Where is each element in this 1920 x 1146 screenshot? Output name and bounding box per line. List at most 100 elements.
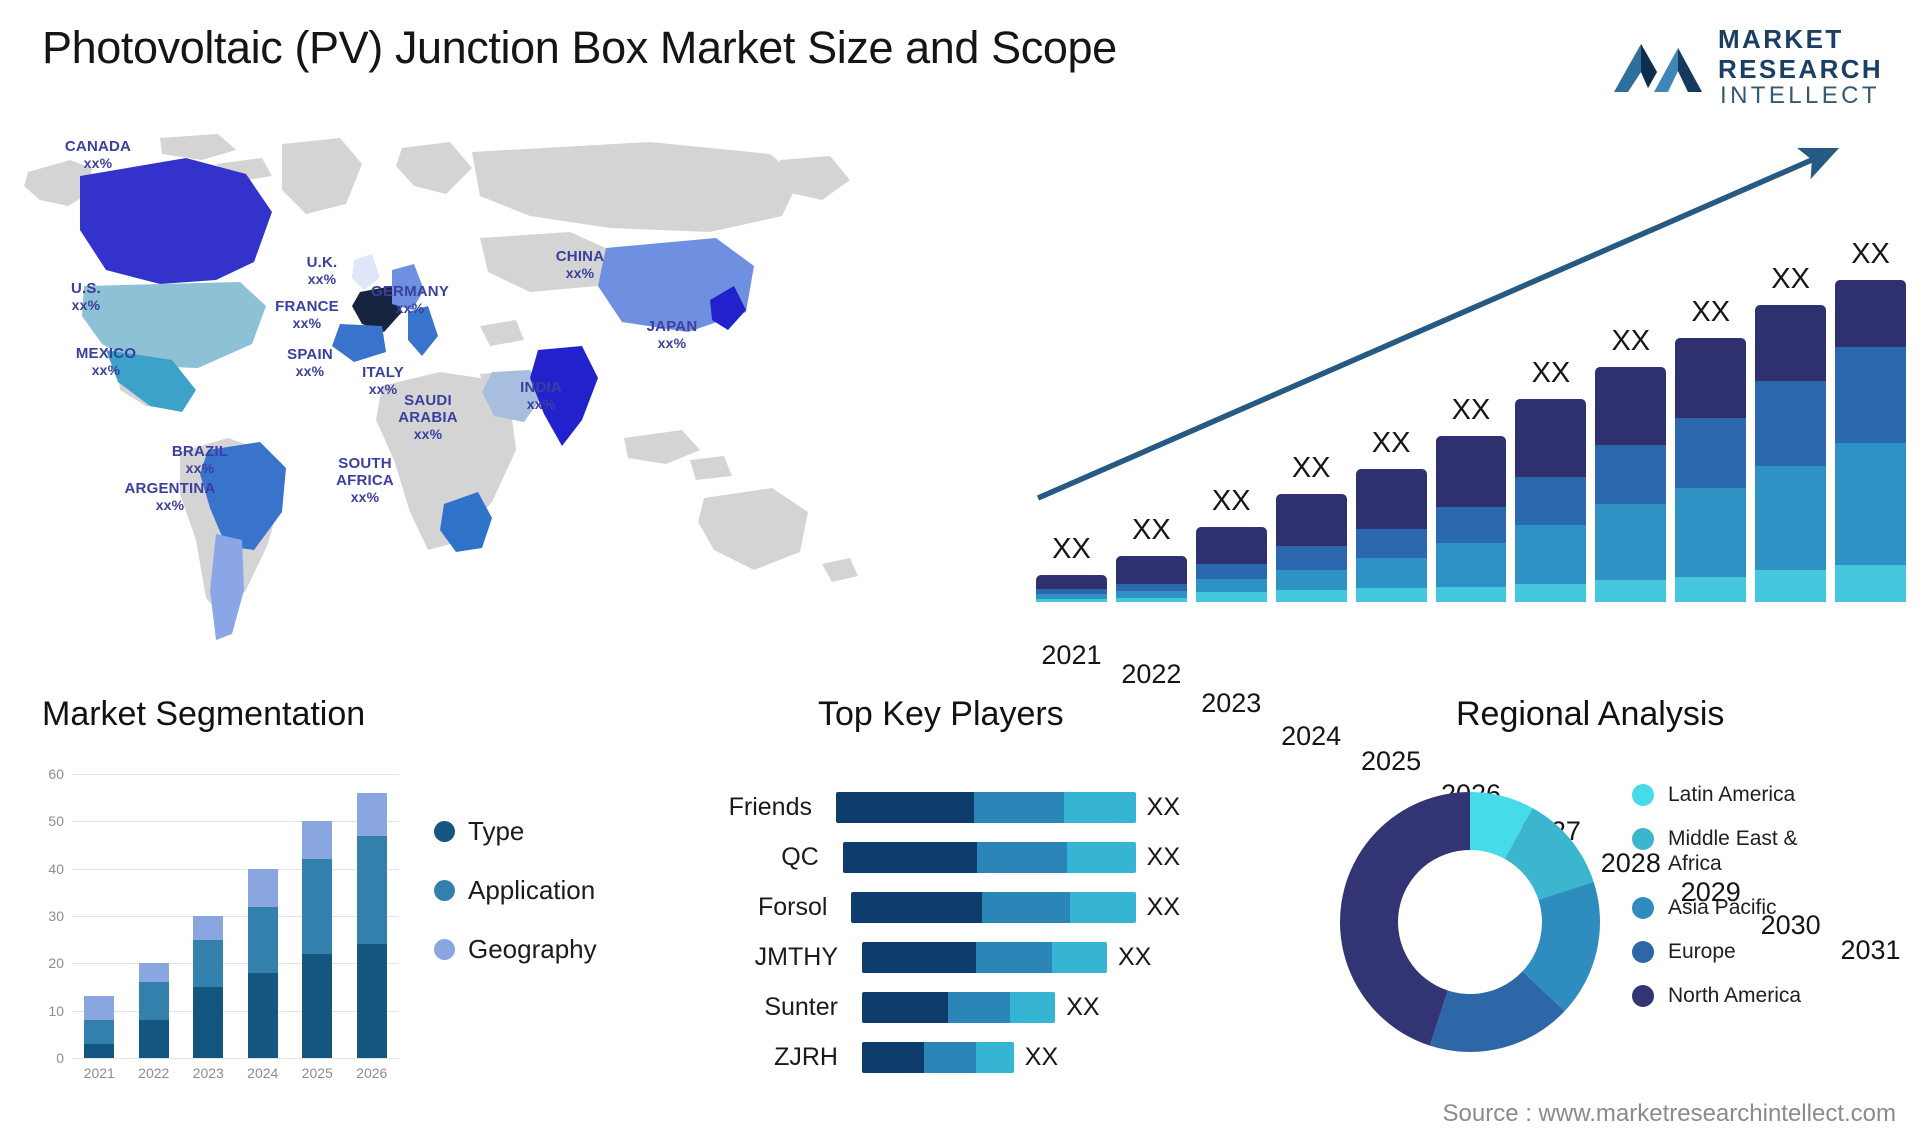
segmentation-bar-segment — [247, 906, 278, 973]
segmentation-gridline — [72, 774, 399, 775]
segmentation-x-tick: 2021 — [83, 1065, 115, 1081]
forecast-bar-segment — [1355, 587, 1427, 602]
segmentation-x-tick: 2023 — [192, 1065, 224, 1081]
legend-swatch-icon — [1632, 985, 1654, 1007]
regional-legend-item: Asia Pacific — [1632, 895, 1848, 920]
forecast-value-label: XX — [1211, 485, 1251, 517]
map-label-value: xx% — [413, 426, 443, 442]
map-label-name: ARGENTINA — [124, 480, 216, 497]
segmentation-y-tick: 20 — [48, 955, 64, 972]
forecast-value-label: XX — [1371, 427, 1411, 459]
forecast-bar-segment — [1275, 570, 1347, 590]
player-bar-segment — [1010, 991, 1056, 1023]
forecast-value-label: XX — [1851, 238, 1890, 270]
player-row: JMTHY XX — [640, 940, 1180, 974]
map-label-canada: CANADA xx% — [65, 138, 131, 172]
regional-legend-label: Middle East & Africa — [1668, 827, 1798, 875]
segmentation-bar-segment — [138, 963, 169, 983]
segmentation-gridline — [72, 1010, 399, 1012]
map-label-name: U.K. — [306, 254, 338, 271]
forecast-bar-segment — [1115, 584, 1187, 592]
regional-legend-item: Middle East & Africa — [1632, 826, 1848, 876]
map-label-value: xx% — [83, 155, 113, 171]
forecast-x-tick: 2024 — [1281, 721, 1342, 751]
segmentation-legend-item: Application — [434, 875, 597, 906]
regional-legend-item: Latin America — [1632, 782, 1848, 807]
player-row: QC XX — [640, 840, 1180, 874]
segmentation-bar-segment — [138, 982, 169, 1021]
map-label-value: xx% — [185, 460, 215, 476]
map-label-value: xx% — [71, 297, 101, 313]
legend-swatch-icon — [1632, 828, 1654, 850]
segmentation-gridline — [72, 963, 399, 965]
forecast-bar-segment — [1435, 506, 1507, 544]
forecast-bar-segment — [1435, 586, 1507, 602]
player-row: ZJRH XX — [640, 1040, 1180, 1074]
regional-legend-label: North America — [1668, 984, 1802, 1007]
map-label-spain: SPAIN xx% — [287, 346, 333, 380]
segmentation-bar-segment — [356, 944, 387, 1058]
forecast-bar-2024: XX 2024 — [1275, 452, 1347, 751]
segmentation-gridline — [72, 916, 399, 917]
player-bar-segment — [975, 1041, 1014, 1073]
forecast-bar-stack — [1115, 556, 1187, 602]
player-bar-segment — [842, 841, 977, 873]
player-row: Sunter XX — [640, 990, 1180, 1024]
map-label-name: ITALY — [362, 364, 404, 381]
player-bar-segment — [924, 1041, 976, 1073]
segmentation-y-tick: 0 — [56, 1050, 64, 1066]
forecast-value-label: XX — [1771, 263, 1810, 295]
forecast-x-tick: 2023 — [1201, 688, 1262, 718]
forecast-bar-segment — [1675, 418, 1747, 488]
map-label-japan: JAPAN xx% — [647, 318, 698, 352]
segmentation-x-tick: 2022 — [138, 1065, 170, 1081]
map-label-name: INDIA — [520, 379, 562, 396]
map-label-name: SOUTH AFRICA — [336, 455, 394, 489]
forecast-bar-segment — [1195, 579, 1267, 593]
segmentation-bar-segment — [84, 1043, 115, 1059]
player-bar-segment — [851, 891, 983, 923]
player-bar-segment — [1067, 841, 1136, 873]
player-bar — [862, 991, 1056, 1023]
forecast-bar-segment — [1275, 494, 1347, 547]
segmentation-bar-segment — [356, 835, 387, 945]
player-name: QC — [781, 842, 819, 871]
forecast-bar-segment — [1755, 305, 1827, 382]
segmentation-bar-segment — [302, 821, 333, 860]
svg-text:RESEARCH: RESEARCH — [1718, 54, 1883, 84]
svg-text:INTELLECT: INTELLECT — [1720, 82, 1880, 106]
forecast-bar-segment — [1115, 591, 1187, 598]
map-label-value: xx% — [657, 335, 687, 351]
map-label-value: xx% — [565, 265, 595, 281]
forecast-bar-segment — [1195, 563, 1267, 580]
forecast-bar-stack — [1355, 469, 1427, 602]
map-label-brazil: BRAZIL xx% — [172, 443, 228, 477]
forecast-bar-segment — [1435, 436, 1507, 507]
segmentation-legend: Type Application Geography — [434, 816, 597, 993]
map-label-value: xx% — [292, 315, 322, 331]
forecast-bar-stack — [1675, 338, 1747, 602]
forecast-bar-2021: XX 2021 — [1036, 533, 1107, 670]
forecast-bar-2027: XX2027 — [1515, 357, 1587, 846]
legend-swatch-icon — [434, 939, 455, 960]
map-label-name: CANADA — [64, 138, 132, 155]
forecast-bar-stack — [1595, 367, 1667, 602]
segmentation-legend-item: Geography — [434, 934, 597, 965]
player-name: Friends — [728, 792, 812, 821]
player-value-label: XX — [1146, 792, 1180, 821]
map-label-france: FRANCE xx% — [275, 298, 339, 332]
player-value-label: XX — [1146, 892, 1180, 921]
map-label-value: xx% — [155, 497, 185, 513]
map-label-value: xx% — [91, 362, 121, 378]
player-bar — [862, 941, 1107, 973]
forecast-bar-2031: XX 2031 — [1835, 238, 1906, 965]
forecast-bar-2022: XX 2022 — [1115, 514, 1187, 689]
segmentation-bar-2024: 2024 — [247, 868, 278, 1081]
map-label-value: xx% — [307, 271, 337, 287]
player-bar-segment — [976, 841, 1068, 873]
segmentation-bar-segment — [356, 792, 387, 836]
forecast-bar-segment — [1595, 445, 1667, 505]
map-label-name: SPAIN — [287, 346, 333, 363]
map-label-argentina: ARGENTINA xx% — [125, 480, 216, 514]
player-name: Sunter — [764, 992, 838, 1021]
